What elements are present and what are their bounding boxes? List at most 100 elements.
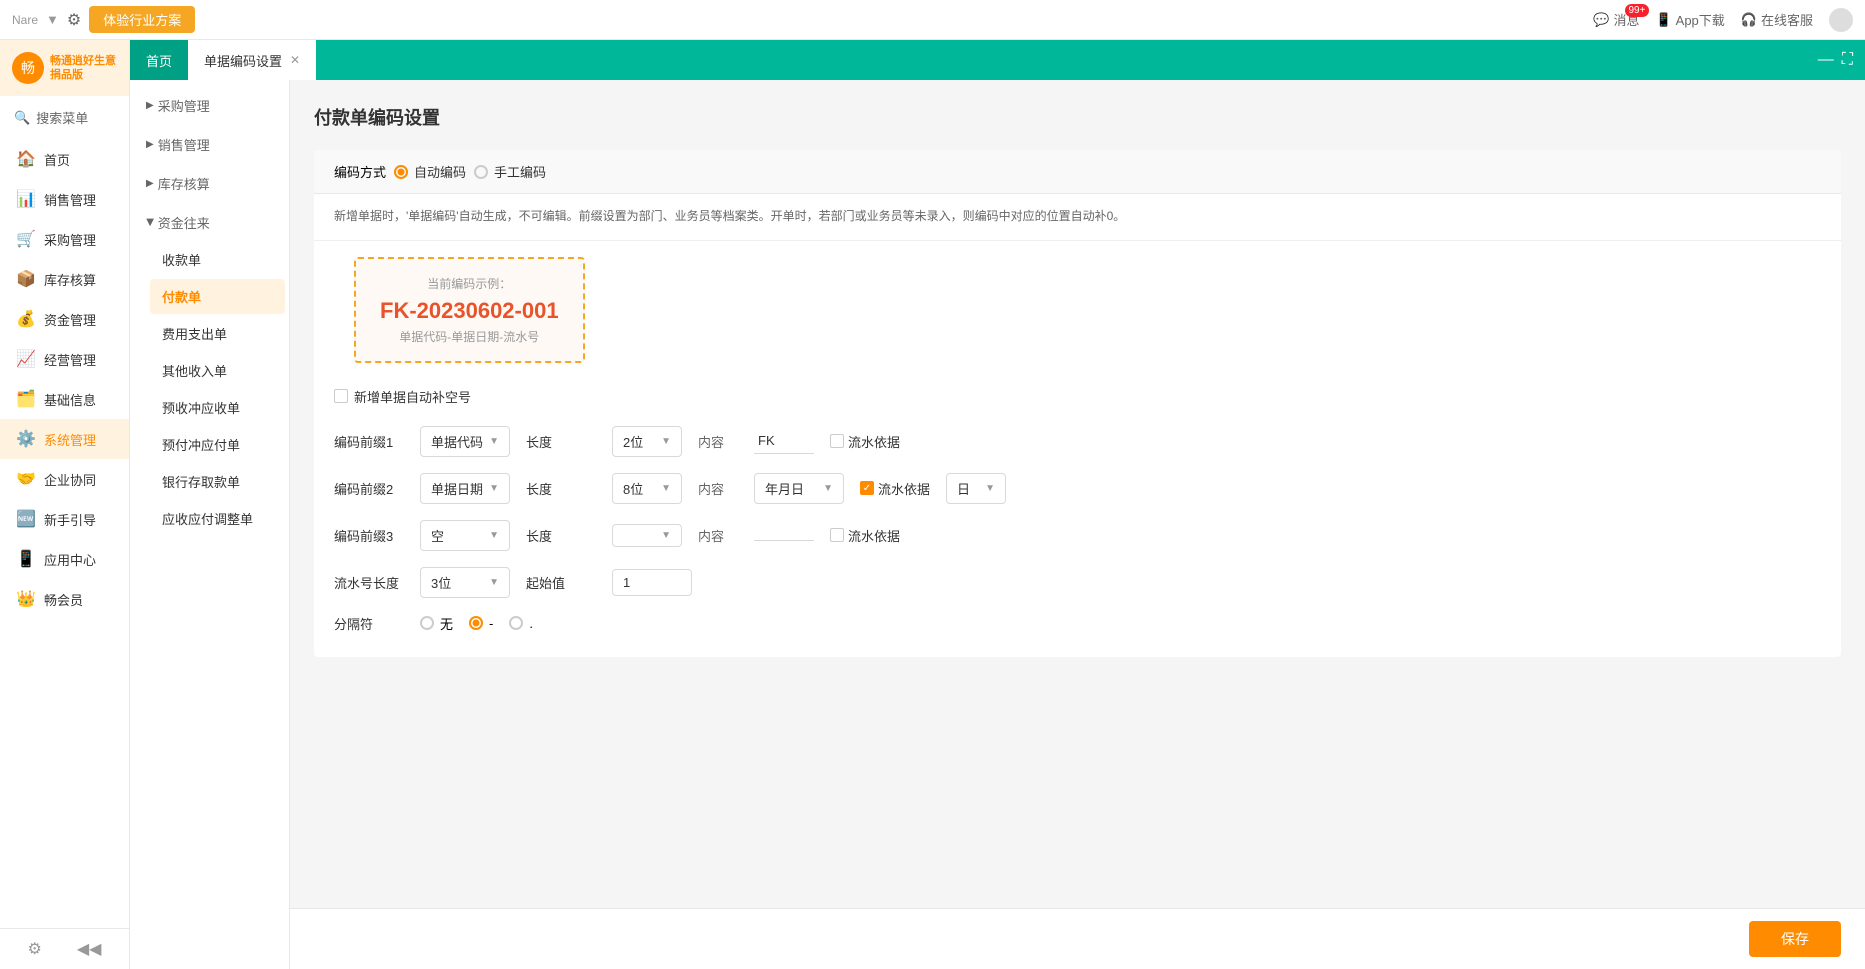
encoding-method-row: 编码方式 自动编码 手工编码 [314, 150, 1841, 194]
prefix2-content-arrow-icon: ▼ [823, 483, 833, 494]
content-area: ▶ 采购管理 ▶ 销售管理 ▶ 库存核算 [130, 80, 1865, 969]
settings-icon[interactable]: ⚙ [67, 10, 81, 30]
encoding-method-label: 编码方式 [334, 162, 386, 181]
sec-item-pre-payable[interactable]: 预付冲应付单 [150, 427, 285, 462]
prefix3-serial-check[interactable]: 流水依据 [830, 526, 900, 545]
sec-group-purchase-title[interactable]: ▶ 采购管理 [130, 88, 289, 123]
sidebar-item-apps[interactable]: 📱 应用中心 [0, 539, 129, 579]
prefix1-arrow-icon: ▼ [489, 436, 499, 447]
prefix3-length-label: 长度 [526, 526, 596, 545]
prefix2-length-value: 8位 [623, 479, 643, 498]
sidebar-item-home[interactable]: 🏠 首页 [0, 139, 129, 179]
prefix3-serial-checkbox[interactable] [830, 528, 844, 542]
message-button[interactable]: 💬 消息 99+ [1593, 10, 1639, 29]
separator-none-option[interactable]: 无 [420, 614, 453, 633]
home-icon: 🏠 [16, 149, 36, 169]
sec-group-inventory-title[interactable]: ▶ 库存核算 [130, 166, 289, 201]
sec-group-capital-items: 收款单 付款单 费用支出单 其他收入单 预收冲应收单 预付冲应付单 银行存取款单… [130, 242, 289, 536]
sec-group-purchase: ▶ 采购管理 [130, 88, 289, 123]
prefix1-serial-checkbox[interactable] [830, 434, 844, 448]
tab-home[interactable]: 首页 [130, 40, 188, 80]
collapse-icon[interactable]: ◀◀ [77, 939, 102, 959]
separator-dot-radio[interactable] [509, 616, 523, 630]
prefix3-select[interactable]: 空 ▼ [420, 520, 510, 551]
sidebar-item-inventory[interactable]: 📦 库存核算 [0, 259, 129, 299]
prefix1-length-label: 长度 [526, 432, 596, 451]
sec-group-sales-title[interactable]: ▶ 销售管理 [130, 127, 289, 162]
prefix2-content-select[interactable]: 年月日 ▼ [754, 473, 844, 504]
tabbar-minimize-button[interactable]: — [1818, 51, 1834, 69]
settings-bottom-icon[interactable]: ⚙ [28, 939, 42, 959]
logo-icon: 畅 [12, 52, 44, 84]
separator-dash-option[interactable]: - [469, 616, 493, 631]
sidebar-item-coop[interactable]: 🤝 企业协同 [0, 459, 129, 499]
prefix2-serial-checkbox[interactable]: ✓ [860, 481, 874, 495]
sidebar-item-operations[interactable]: 📈 经营管理 [0, 339, 129, 379]
tab-close-icon[interactable]: ✕ [290, 53, 300, 67]
prefix1-select[interactable]: 单据代码 ▼ [420, 426, 510, 457]
prefix3-length-select[interactable]: ▼ [612, 524, 682, 547]
separator-label: 分隔符 [334, 614, 404, 633]
sec-item-payment[interactable]: 付款单 [150, 279, 285, 314]
auto-encode-radio[interactable] [394, 165, 408, 179]
main-layout: 畅 畅通逍好生意捐品版 🔍 搜索菜单 🏠 首页 📊 销售管理 🛒 采购管理 [0, 40, 1865, 969]
tab-serial-label: 单据编码设置 [204, 51, 282, 70]
plan-button[interactable]: 体验行业方案 [89, 6, 195, 33]
tabbar-maximize-button[interactable]: ⛶ [1842, 51, 1853, 69]
separator-none-radio[interactable] [420, 616, 434, 630]
prefix2-select[interactable]: 单据日期 ▼ [420, 473, 510, 504]
sidebar-item-label: 销售管理 [44, 190, 96, 209]
sec-item-bank-deposit[interactable]: 银行存取款单 [150, 464, 285, 499]
sidebar-item-system[interactable]: ⚙️ 系统管理 [0, 419, 129, 459]
prefix2-serial-check[interactable]: ✓ 流水依据 [860, 479, 930, 498]
serial-length-value: 3位 [431, 573, 451, 592]
save-button[interactable]: 保存 [1749, 921, 1841, 957]
message-icon: 💬 [1593, 12, 1609, 28]
app-download-button[interactable]: 📱 App下载 [1655, 10, 1724, 29]
topbar-arrow-icon: ▼ [46, 12, 59, 27]
separator-dash-label: - [489, 616, 493, 631]
prefix2-arrow-icon: ▼ [489, 483, 499, 494]
sidebar-item-basic[interactable]: 🗂️ 基础信息 [0, 379, 129, 419]
sec-item-payable-adjust[interactable]: 应收应付调整单 [150, 501, 285, 536]
sec-item-pre-receivable[interactable]: 预收冲应收单 [150, 390, 285, 425]
search-label: 搜索菜单 [36, 108, 88, 127]
auto-fill-checkbox[interactable] [334, 389, 348, 403]
search-menu-button[interactable]: 🔍 搜索菜单 [8, 104, 121, 131]
tab-home-label: 首页 [146, 51, 172, 70]
user-avatar[interactable] [1829, 8, 1853, 32]
sidebar-item-member[interactable]: 👑 畅会员 [0, 579, 129, 619]
manual-encode-option[interactable]: 手工编码 [474, 162, 546, 181]
sidebar-item-purchase[interactable]: 🛒 采购管理 [0, 219, 129, 259]
prefix1-length-select[interactable]: 2位 ▼ [612, 426, 682, 457]
prefix1-serial-check[interactable]: 流水依据 [830, 432, 900, 451]
arrow-icon: ▶ [146, 139, 154, 150]
prefix2-value: 单据日期 [431, 479, 483, 498]
inventory-icon: 📦 [16, 269, 36, 289]
sidebar-item-sales[interactable]: 📊 销售管理 [0, 179, 129, 219]
sidebar-item-guide[interactable]: 🆕 新手引导 [0, 499, 129, 539]
service-label: 在线客服 [1761, 10, 1813, 29]
tab-serial-setting[interactable]: 单据编码设置 ✕ [188, 40, 316, 80]
separator-dot-option[interactable]: . [509, 616, 533, 631]
sec-group-capital-title[interactable]: ▶ 资金往来 [130, 205, 289, 240]
coop-icon: 🤝 [16, 469, 36, 489]
secondary-sidebar: ▶ 采购管理 ▶ 销售管理 ▶ 库存核算 [130, 80, 290, 969]
prefix3-arrow-icon: ▼ [489, 530, 499, 541]
sidebar-search-area: 🔍 搜索菜单 [0, 96, 129, 139]
prefix-form: 编码前缀1 单据代码 ▼ 长度 2位 ▼ [314, 418, 1841, 657]
sec-item-receipt[interactable]: 收款单 [150, 242, 285, 277]
sidebar-item-finance[interactable]: 💰 资金管理 [0, 299, 129, 339]
auto-fill-row: 新增单据自动补空号 [314, 379, 1841, 418]
sec-item-expense[interactable]: 费用支出单 [150, 316, 285, 351]
separator-dash-radio[interactable] [469, 616, 483, 630]
prefix2-serial-unit-select[interactable]: 日 ▼ [946, 473, 1006, 504]
serial-length-select[interactable]: 3位 ▼ [420, 567, 510, 598]
prefix2-length-label: 长度 [526, 479, 596, 498]
auto-encode-option[interactable]: 自动编码 [394, 162, 466, 181]
prefix2-length-select[interactable]: 8位 ▼ [612, 473, 682, 504]
serial-start-input[interactable] [612, 569, 692, 596]
manual-encode-radio[interactable] [474, 165, 488, 179]
online-service-button[interactable]: 🎧 在线客服 [1741, 10, 1813, 29]
sec-item-other-income[interactable]: 其他收入单 [150, 353, 285, 388]
